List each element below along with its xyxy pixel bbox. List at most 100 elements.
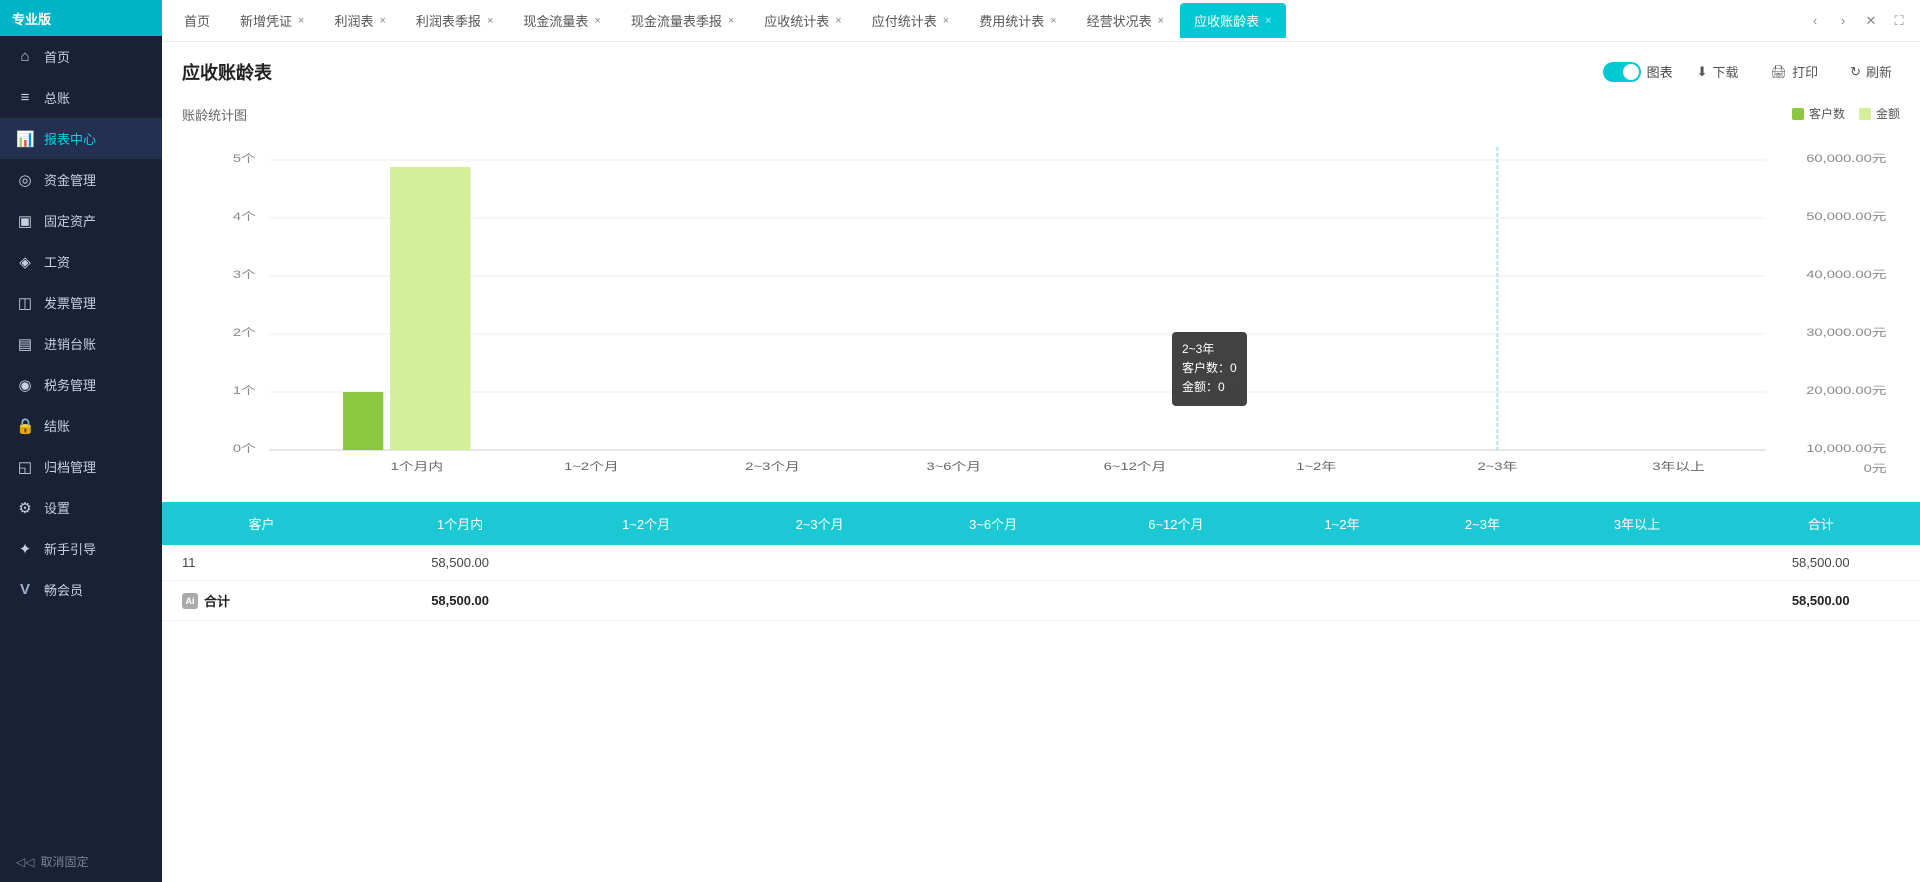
svg-text:5个: 5个	[233, 152, 256, 165]
legend-amount: 金额	[1859, 105, 1900, 122]
tab-profit-quarter-label: 利润表季报	[416, 11, 481, 30]
download-btn[interactable]: ⬇ 下载	[1689, 58, 1747, 85]
svg-text:4个: 4个	[233, 210, 256, 223]
sidebar-item-guide[interactable]: ✦ 新手引导	[0, 528, 162, 569]
tab-cashflow-quarter[interactable]: 现金流量表季报 ×	[617, 3, 748, 38]
tab-cashflow[interactable]: 现金流量表 ×	[509, 3, 614, 38]
svg-text:3~6个月: 3~6个月	[927, 460, 982, 473]
sidebar-item-tax[interactable]: ◉ 税务管理	[0, 364, 162, 405]
tab-ar-stats-close[interactable]: ×	[835, 15, 841, 27]
reports-icon: 📊	[16, 130, 34, 148]
legend-customer-label: 客户数	[1809, 105, 1845, 122]
sidebar-item-label: 首页	[44, 47, 70, 66]
download-label: 下载	[1713, 62, 1739, 81]
svg-text:2~3个月: 2~3个月	[745, 460, 800, 473]
col-y3plus: 3年以上	[1553, 502, 1722, 545]
refresh-btn[interactable]: ↻ 刷新	[1842, 58, 1900, 85]
cell-y12	[1272, 545, 1412, 581]
sidebar-item-label: 发票管理	[44, 293, 96, 312]
cell-m12	[559, 545, 733, 581]
sidebar-item-label: 结账	[44, 416, 70, 435]
sidebar-item-ledger[interactable]: ≡ 总账	[0, 77, 162, 118]
tab-ar-stats[interactable]: 应收统计表 ×	[750, 3, 855, 38]
page-content: 应收账龄表 图表 ⬇ 下载 🖨 打印 ↻ 刷新	[162, 42, 1920, 882]
legend-amount-dot	[1859, 108, 1871, 120]
tab-profit-label: 利润表	[334, 11, 373, 30]
sidebar-unpin[interactable]: ◁◁ 取消固定	[0, 841, 162, 882]
legend-customer-dot	[1792, 108, 1804, 120]
col-m12: 1~2个月	[559, 502, 733, 545]
tab-cashflow-close[interactable]: ×	[594, 15, 600, 27]
sidebar-item-member[interactable]: V 畅会员	[0, 569, 162, 610]
sidebar-item-settings[interactable]: ⚙ 设置	[0, 487, 162, 528]
sidebar-item-label: 设置	[44, 498, 70, 517]
tab-ar-aging-close[interactable]: ×	[1265, 15, 1271, 27]
svg-text:10,000.00元: 10,000.00元	[1806, 442, 1886, 455]
sidebar-item-label: 归档管理	[44, 457, 96, 476]
tab-expense-stats[interactable]: 费用统计表 ×	[965, 3, 1070, 38]
tab-close-all-btn[interactable]: ✕	[1858, 8, 1884, 34]
sidebar-item-invoice[interactable]: ◫ 发票管理	[0, 282, 162, 323]
total-label: 合计	[204, 591, 230, 610]
tab-voucher-close[interactable]: ×	[298, 15, 304, 27]
sidebar-item-home[interactable]: ⌂ 首页	[0, 36, 162, 77]
col-total: 合计	[1721, 502, 1920, 545]
refresh-label: 刷新	[1866, 62, 1892, 81]
cell-total-m612	[1080, 581, 1272, 621]
print-icon: 🖨	[1771, 64, 1788, 80]
closing-icon: 🔒	[16, 417, 34, 435]
sidebar-item-label: 资金管理	[44, 170, 96, 189]
sidebar-item-inventory[interactable]: ▤ 进销台账	[0, 323, 162, 364]
tab-biz-status-label: 经营状况表	[1087, 11, 1152, 30]
print-label: 打印	[1792, 62, 1818, 81]
tab-nav: ‹ › ✕ ⛶	[1802, 8, 1912, 34]
tab-profit-quarter[interactable]: 利润表季报 ×	[402, 3, 507, 38]
tab-cashflow-quarter-close[interactable]: ×	[728, 15, 734, 27]
col-y23: 2~3年	[1412, 502, 1552, 545]
tab-cashflow-label: 现金流量表	[523, 11, 588, 30]
print-btn[interactable]: 🖨 打印	[1763, 58, 1827, 85]
chart-area: 账龄统计图 客户数 金额 5个 4个 3个 2个 1个	[162, 95, 1920, 502]
sidebar-item-reports[interactable]: 📊 报表中心	[0, 118, 162, 159]
chart-toggle-wrap: 图表	[1603, 62, 1673, 82]
chart-toggle[interactable]	[1603, 62, 1641, 82]
tab-profit-close[interactable]: ×	[379, 15, 385, 27]
tab-profit[interactable]: 利润表 ×	[320, 3, 399, 38]
tab-next-btn[interactable]: ›	[1830, 8, 1856, 34]
sidebar-item-assets[interactable]: ▣ 固定资产	[0, 200, 162, 241]
tab-profit-quarter-close[interactable]: ×	[487, 15, 493, 27]
sidebar-item-salary[interactable]: ◈ 工资	[0, 241, 162, 282]
cell-total-m1: 58,500.00	[361, 581, 559, 621]
cell-m612	[1080, 545, 1272, 581]
member-icon: V	[16, 581, 34, 598]
tab-prev-btn[interactable]: ‹	[1802, 8, 1828, 34]
tab-expense-stats-close[interactable]: ×	[1050, 15, 1056, 27]
salary-icon: ◈	[16, 253, 34, 271]
svg-text:0个: 0个	[233, 442, 256, 455]
sidebar-item-funds[interactable]: ◎ 资金管理	[0, 159, 162, 200]
svg-text:2个: 2个	[233, 326, 256, 339]
col-m1: 1个月内	[361, 502, 559, 545]
refresh-icon: ↻	[1850, 64, 1861, 80]
tab-biz-status-close[interactable]: ×	[1158, 15, 1164, 27]
cell-total-y12	[1272, 581, 1412, 621]
tab-biz-status[interactable]: 经营状况表 ×	[1073, 3, 1178, 38]
archive-icon: ◱	[16, 458, 34, 476]
chart-toggle-label: 图表	[1647, 62, 1673, 81]
inventory-icon: ▤	[16, 335, 34, 353]
tab-expense-stats-label: 费用统计表	[979, 11, 1044, 30]
svg-text:1个月内: 1个月内	[391, 460, 443, 473]
invoice-icon: ◫	[16, 294, 34, 312]
tab-home-label: 首页	[184, 11, 210, 30]
tax-icon: ◉	[16, 376, 34, 394]
tab-expand-btn[interactable]: ⛶	[1886, 8, 1912, 34]
tab-ar-stats-label: 应收统计表	[764, 11, 829, 30]
tab-home[interactable]: 首页	[170, 3, 224, 38]
tab-ap-stats-close[interactable]: ×	[943, 15, 949, 27]
sidebar-logo: 专业版	[0, 0, 162, 36]
sidebar-item-archive[interactable]: ◱ 归档管理	[0, 446, 162, 487]
sidebar-item-closing[interactable]: 🔒 结账	[0, 405, 162, 446]
tab-ap-stats[interactable]: 应付统计表 ×	[858, 3, 963, 38]
tab-ar-aging[interactable]: 应收账龄表 ×	[1180, 3, 1285, 38]
tab-voucher[interactable]: 新增凭证 ×	[226, 3, 318, 38]
